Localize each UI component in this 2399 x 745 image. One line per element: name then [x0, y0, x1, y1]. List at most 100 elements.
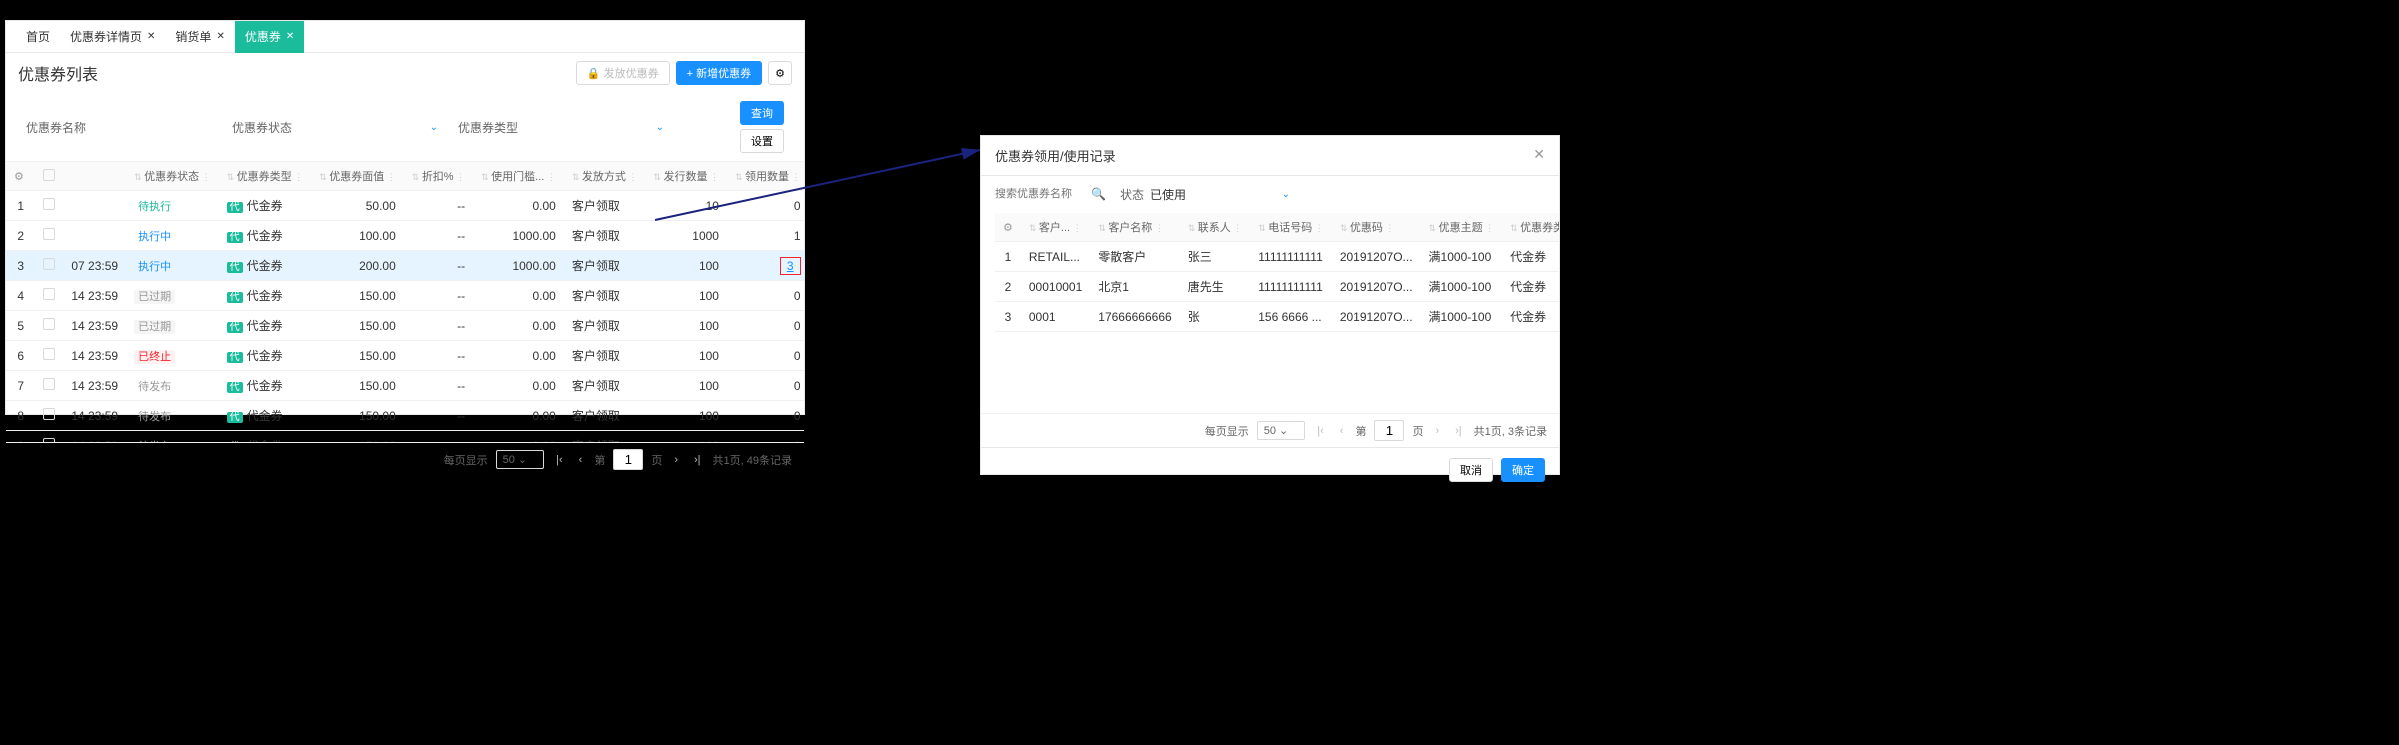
- coupon-code: 20191207O...: [1332, 272, 1421, 302]
- table-row[interactable]: 7 14 23:59 待发布 代代金券 150.00 -- 0.00 客户领取 …: [6, 371, 804, 401]
- claim-count: 0: [727, 341, 804, 371]
- modal-status-select[interactable]: 已使用⌄: [1150, 186, 1290, 203]
- per-page-select[interactable]: 50 ⌄: [1257, 421, 1306, 440]
- table-row[interactable]: 2 执行中 代代金券 100.00 -- 1000.00 客户领取 1000 1…: [6, 221, 804, 251]
- pagination-summary: 共1页, 49条记录: [713, 452, 792, 468]
- column-header[interactable]: ⚙: [6, 162, 35, 191]
- column-header[interactable]: 领用数量: [727, 162, 804, 191]
- per-page-select[interactable]: 50 ⌄: [496, 450, 545, 469]
- first-page-button[interactable]: |‹: [552, 454, 567, 466]
- issue-coupon-button[interactable]: 🔒 发放优惠券: [576, 61, 670, 85]
- column-header[interactable]: 客户名称: [1090, 213, 1179, 242]
- last-page-button[interactable]: ›|: [1451, 425, 1466, 437]
- coupon-type: 代金券: [247, 349, 283, 363]
- row-checkbox[interactable]: [43, 348, 55, 360]
- table-row[interactable]: 3 0001 17666666666 张 156 6666 ... 201912…: [995, 302, 1559, 332]
- filter-status-select[interactable]: ⌄: [298, 122, 438, 133]
- discount: --: [404, 401, 473, 431]
- tab-销货单[interactable]: 销货单✕: [165, 21, 234, 53]
- column-header[interactable]: 优惠码: [1332, 213, 1421, 242]
- face-value: 50.00: [311, 191, 404, 221]
- table-row[interactable]: 4 14 23:59 已过期 代代金券 150.00 -- 0.00 客户领取 …: [6, 281, 804, 311]
- tab-优惠券[interactable]: 优惠券✕: [235, 21, 304, 53]
- table-row[interactable]: 2 00010001 北京1 唐先生 11111111111 20191207O…: [995, 272, 1559, 302]
- table-row[interactable]: 1 待执行 代代金券 50.00 -- 0.00 客户领取 10 0 0 ↗⊞: [6, 191, 804, 221]
- table-row[interactable]: 3 07 23:59 执行中 代代金券 200.00 -- 1000.00 客户…: [6, 251, 804, 281]
- settings-gear-button[interactable]: ⚙: [768, 61, 792, 85]
- issue-way: 客户领取: [564, 311, 646, 341]
- row-time: 14 23:59: [63, 371, 126, 401]
- contact: 唐先生: [1180, 272, 1251, 302]
- claim-count: 1: [727, 221, 804, 251]
- coupon-table-wrap[interactable]: ⚙优惠券状态优惠券类型优惠券面值折扣%使用门槛...发放方式发行数量领用数量使用…: [6, 162, 804, 442]
- column-header[interactable]: [35, 162, 63, 191]
- row-number: 2: [995, 272, 1021, 302]
- gear-icon[interactable]: ⚙: [1003, 222, 1013, 234]
- modal-header: 优惠券领用/使用记录 ✕: [981, 136, 1559, 176]
- prev-page-button[interactable]: ‹: [575, 454, 587, 466]
- row-checkbox[interactable]: [43, 408, 55, 420]
- next-page-button[interactable]: ›: [1431, 425, 1443, 437]
- close-icon[interactable]: ✕: [286, 31, 294, 42]
- row-checkbox[interactable]: [43, 198, 55, 210]
- column-header[interactable]: 发行数量: [645, 162, 727, 191]
- main-panel: 首页优惠券详情页✕销货单✕优惠券✕ 优惠券列表 🔒 发放优惠券 + 新增优惠券 …: [5, 20, 805, 415]
- column-header[interactable]: ⚙: [995, 213, 1021, 242]
- chevron-down-icon: ⌄: [518, 454, 527, 466]
- gear-icon[interactable]: ⚙: [14, 171, 24, 183]
- row-checkbox[interactable]: [43, 228, 55, 240]
- column-header[interactable]: 优惠券类型: [219, 162, 312, 191]
- tab-首页[interactable]: 首页: [16, 21, 60, 53]
- close-icon[interactable]: ✕: [147, 31, 155, 42]
- row-checkbox[interactable]: [43, 438, 55, 442]
- row-checkbox[interactable]: [43, 258, 55, 270]
- column-header[interactable]: 联系人: [1180, 213, 1251, 242]
- page-input[interactable]: [1374, 420, 1404, 441]
- last-page-button[interactable]: ›|: [690, 454, 705, 466]
- column-header[interactable]: 优惠券面值: [311, 162, 404, 191]
- column-header[interactable]: 使用门槛...: [473, 162, 564, 191]
- claim-count-link[interactable]: 3: [780, 257, 801, 275]
- column-header[interactable]: 客户...: [1021, 213, 1090, 242]
- modal-table-wrap[interactable]: ⚙ 客户...客户名称联系人电话号码优惠码优惠主题优惠券类 1 RETAIL...…: [981, 213, 1559, 413]
- close-icon[interactable]: ✕: [216, 31, 224, 42]
- checkbox-all[interactable]: [43, 169, 55, 181]
- prev-page-button[interactable]: ‹: [1336, 425, 1348, 437]
- row-checkbox[interactable]: [43, 318, 55, 330]
- tab-优惠券详情页[interactable]: 优惠券详情页✕: [60, 21, 165, 53]
- row-time: 14 23:59: [63, 341, 126, 371]
- query-button[interactable]: 查询: [740, 101, 784, 125]
- next-page-button[interactable]: ›: [670, 454, 682, 466]
- page-input[interactable]: [613, 449, 643, 470]
- column-header[interactable]: 优惠券状态: [126, 162, 219, 191]
- table-row[interactable]: 8 14 23:59 待发布 代代金券 150.00 -- 0.00 客户领取 …: [6, 401, 804, 431]
- search-icon[interactable]: 🔍: [1091, 187, 1106, 201]
- table-row[interactable]: 1 RETAIL... 零散客户 张三 11111111111 20191207…: [995, 242, 1559, 272]
- cancel-button[interactable]: 取消: [1449, 458, 1493, 482]
- claim-count: 3: [727, 251, 804, 281]
- column-header[interactable]: [63, 162, 126, 191]
- first-page-button[interactable]: |‹: [1313, 425, 1328, 437]
- column-header[interactable]: 折扣%: [404, 162, 473, 191]
- column-header[interactable]: 优惠券类: [1502, 213, 1559, 242]
- row-checkbox[interactable]: [43, 288, 55, 300]
- row-number: 8: [6, 401, 35, 431]
- column-header[interactable]: 优惠主题: [1421, 213, 1503, 242]
- table-row[interactable]: 6 14 23:59 已终止 代代金券 150.00 -- 0.00 客户领取 …: [6, 341, 804, 371]
- table-row[interactable]: 9 14 23:59 待发布 代代金券 150.00 -- 0.00 客户领取 …: [6, 431, 804, 443]
- row-checkbox[interactable]: [43, 378, 55, 390]
- add-coupon-button[interactable]: + 新增优惠券: [676, 61, 762, 85]
- status-badge: 已过期: [134, 290, 175, 304]
- filter-name-input[interactable]: [92, 119, 212, 135]
- ok-button[interactable]: 确定: [1501, 458, 1545, 482]
- coupon-type: 代金券: [1502, 302, 1559, 332]
- table-row[interactable]: 5 14 23:59 已过期 代代金券 150.00 -- 0.00 客户领取 …: [6, 311, 804, 341]
- threshold: 0.00: [473, 191, 564, 221]
- modal-search-input[interactable]: [995, 188, 1085, 200]
- column-header[interactable]: 发放方式: [564, 162, 646, 191]
- filter-settings-button[interactable]: 设置: [740, 129, 784, 153]
- close-icon[interactable]: ✕: [1533, 146, 1545, 165]
- filter-type-select[interactable]: ⌄: [524, 122, 664, 133]
- tabs-bar: 首页优惠券详情页✕销货单✕优惠券✕: [6, 21, 804, 53]
- column-header[interactable]: 电话号码: [1250, 213, 1332, 242]
